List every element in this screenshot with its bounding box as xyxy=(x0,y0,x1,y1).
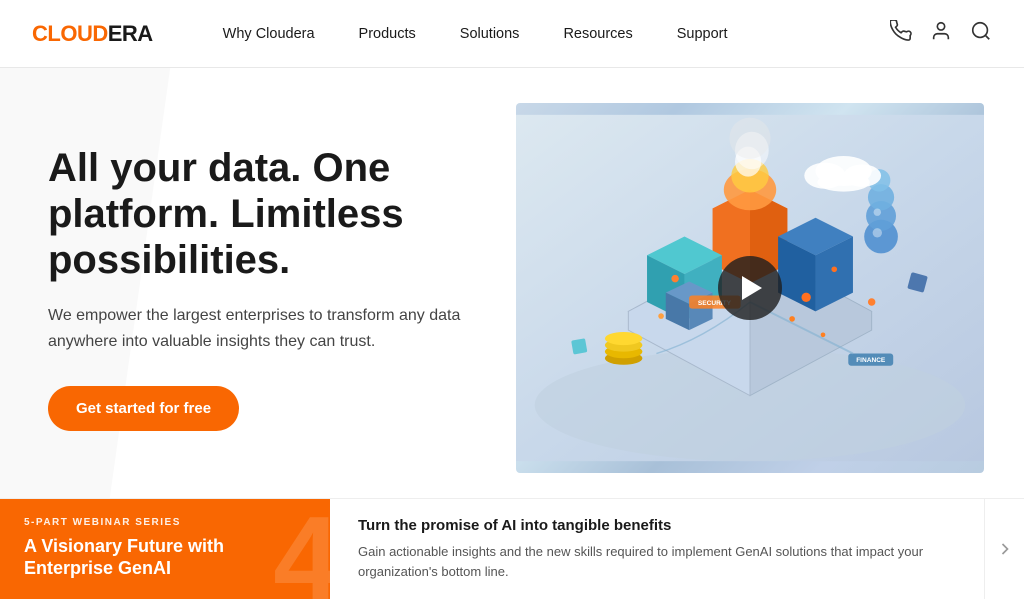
play-button[interactable] xyxy=(718,256,782,320)
search-icon[interactable] xyxy=(970,20,992,47)
nav-why-cloudera[interactable]: Why Cloudera xyxy=(201,26,337,42)
chevron-right-icon xyxy=(995,539,1015,559)
hero-image: SECURITY FINANCE xyxy=(516,103,984,473)
webinar-content-title: Turn the promise of AI into tangible ben… xyxy=(358,517,956,534)
logo-part1: CLOUD xyxy=(32,21,108,46)
hero-text: All your data. One platform. Limitless p… xyxy=(48,145,516,431)
next-arrow-button[interactable] xyxy=(984,499,1024,599)
play-triangle-icon xyxy=(742,276,762,300)
webinar-content: Turn the promise of AI into tangible ben… xyxy=(330,499,984,599)
nav-support[interactable]: Support xyxy=(655,26,750,42)
svg-text:FINANCE: FINANCE xyxy=(856,357,886,364)
webinar-label: 5-PART WEBINAR SERIES xyxy=(24,517,306,528)
webinar-content-text: Gain actionable insights and the new ski… xyxy=(358,542,956,581)
nav-products[interactable]: Products xyxy=(337,26,438,42)
nav-resources[interactable]: Resources xyxy=(541,26,654,42)
nav-solutions[interactable]: Solutions xyxy=(438,26,542,42)
hero-title: All your data. One platform. Limitless p… xyxy=(48,145,496,283)
logo[interactable]: CLOUDERA xyxy=(32,21,153,47)
get-started-button[interactable]: Get started for free xyxy=(48,386,239,431)
phone-icon[interactable] xyxy=(890,20,912,47)
header-icons xyxy=(890,20,992,47)
webinar-title: A Visionary Future with Enterprise GenAI xyxy=(24,536,306,579)
webinar-card[interactable]: 5-PART WEBINAR SERIES A Visionary Future… xyxy=(0,499,330,599)
hero-subtitle: We empower the largest enterprises to tr… xyxy=(48,303,496,354)
bottom-section: 5-PART WEBINAR SERIES A Visionary Future… xyxy=(0,498,1024,599)
webinar-bg-number: 4 xyxy=(273,499,330,599)
logo-part2: ERA xyxy=(108,21,153,46)
user-icon[interactable] xyxy=(930,20,952,47)
hero-section: All your data. One platform. Limitless p… xyxy=(0,68,1024,498)
main-nav: Why Cloudera Products Solutions Resource… xyxy=(201,26,890,42)
header: CLOUDERA Why Cloudera Products Solutions… xyxy=(0,0,1024,68)
